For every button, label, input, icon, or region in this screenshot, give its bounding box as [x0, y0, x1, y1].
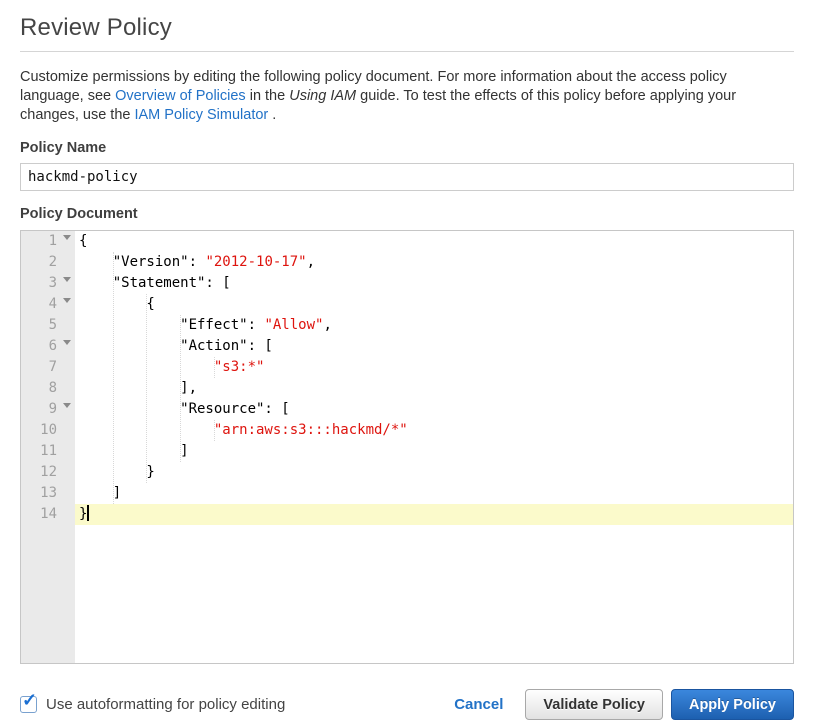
policy-document-editor[interactable]: 1234567891011121314 { "Version": "2012-1… — [20, 230, 794, 664]
gutter-line-number: 5 — [21, 315, 75, 336]
editor-code-area[interactable]: { "Version": "2012-10-17", "Statement": … — [75, 231, 793, 663]
json-plain-token: ], — [79, 380, 197, 396]
editor-gutter: 1234567891011121314 — [21, 231, 75, 663]
json-plain-token — [79, 422, 214, 438]
json-string-token: "arn:aws:s3:::hackmd/*" — [214, 422, 408, 438]
json-plain-token: } — [79, 464, 155, 480]
apply-policy-button[interactable]: Apply Policy — [671, 689, 794, 720]
json-plain-token — [79, 359, 214, 375]
gutter-line-number: 1 — [21, 231, 75, 252]
code-line[interactable]: "arn:aws:s3:::hackmd/*" — [75, 420, 793, 441]
cancel-link[interactable]: Cancel — [454, 696, 503, 713]
code-line[interactable]: ] — [75, 441, 793, 462]
json-plain-token: , — [323, 317, 331, 333]
code-line[interactable]: } — [75, 462, 793, 483]
json-plain-token: , — [307, 254, 315, 270]
json-plain-token: "Effect": — [79, 317, 264, 333]
json-string-token: "2012-10-17" — [205, 254, 306, 270]
gutter-line-number: 12 — [21, 462, 75, 483]
fold-toggle-icon[interactable] — [63, 235, 71, 240]
using-iam-guide-name: Using IAM — [289, 88, 356, 104]
autoformat-option[interactable]: ✓ Use autoformatting for policy editing — [20, 696, 285, 713]
fold-toggle-icon[interactable] — [63, 403, 71, 408]
gutter-line-number: 9 — [21, 399, 75, 420]
json-plain-token: "Statement": [ — [79, 275, 231, 291]
gutter-line-number: 10 — [21, 420, 75, 441]
fold-toggle-icon[interactable] — [63, 340, 71, 345]
policy-name-label: Policy Name — [20, 140, 794, 156]
intro-part-4: . — [268, 107, 276, 123]
code-line[interactable]: ] — [75, 483, 793, 504]
code-line[interactable]: { — [75, 231, 793, 252]
gutter-line-number: 6 — [21, 336, 75, 357]
code-line[interactable]: ], — [75, 378, 793, 399]
gutter-line-number: 4 — [21, 294, 75, 315]
code-line[interactable]: } — [75, 504, 793, 525]
footer-bar: ✓ Use autoformatting for policy editing … — [20, 689, 794, 720]
gutter-line-number: 11 — [21, 441, 75, 462]
gutter-line-number: 3 — [21, 273, 75, 294]
fold-toggle-icon[interactable] — [63, 277, 71, 282]
json-plain-token: "Action": [ — [79, 338, 273, 354]
autoformat-checkbox[interactable]: ✓ — [20, 696, 37, 713]
json-plain-token: "Resource": [ — [79, 401, 290, 417]
policy-document-label: Policy Document — [20, 206, 794, 222]
checkmark-icon: ✓ — [22, 690, 37, 711]
code-line[interactable]: "s3:*" — [75, 357, 793, 378]
gutter-line-number: 14 — [21, 504, 75, 525]
json-plain-token: } — [79, 506, 87, 522]
gutter-line-number: 13 — [21, 483, 75, 504]
json-string-token: "Allow" — [264, 317, 323, 333]
json-plain-token: ] — [79, 485, 121, 501]
iam-policy-simulator-link[interactable]: IAM Policy Simulator — [134, 107, 268, 123]
json-plain-token: ] — [79, 443, 189, 459]
title-divider — [20, 51, 794, 52]
page-title: Review Policy — [20, 14, 794, 42]
intro-part-2: in the — [246, 88, 290, 104]
gutter-line-number: 8 — [21, 378, 75, 399]
json-string-token: "s3:*" — [214, 359, 265, 375]
fold-toggle-icon[interactable] — [63, 298, 71, 303]
code-line[interactable]: "Resource": [ — [75, 399, 793, 420]
code-line[interactable]: "Statement": [ — [75, 273, 793, 294]
code-line[interactable]: "Version": "2012-10-17", — [75, 252, 793, 273]
json-plain-token: { — [79, 233, 87, 249]
intro-text: Customize permissions by editing the fol… — [20, 68, 792, 125]
text-cursor — [87, 505, 89, 521]
gutter-line-number: 7 — [21, 357, 75, 378]
review-policy-page: Review Policy Customize permissions by e… — [0, 0, 814, 720]
autoformat-label: Use autoformatting for policy editing — [46, 696, 285, 713]
policy-name-input[interactable] — [20, 163, 794, 191]
action-buttons: Cancel Validate Policy Apply Policy — [454, 689, 794, 720]
overview-of-policies-link[interactable]: Overview of Policies — [115, 88, 246, 104]
code-line[interactable]: { — [75, 294, 793, 315]
json-plain-token: "Version": — [79, 254, 205, 270]
gutter-line-number: 2 — [21, 252, 75, 273]
code-line[interactable]: "Action": [ — [75, 336, 793, 357]
json-plain-token: { — [79, 296, 155, 312]
validate-policy-button[interactable]: Validate Policy — [525, 689, 663, 720]
code-line[interactable]: "Effect": "Allow", — [75, 315, 793, 336]
